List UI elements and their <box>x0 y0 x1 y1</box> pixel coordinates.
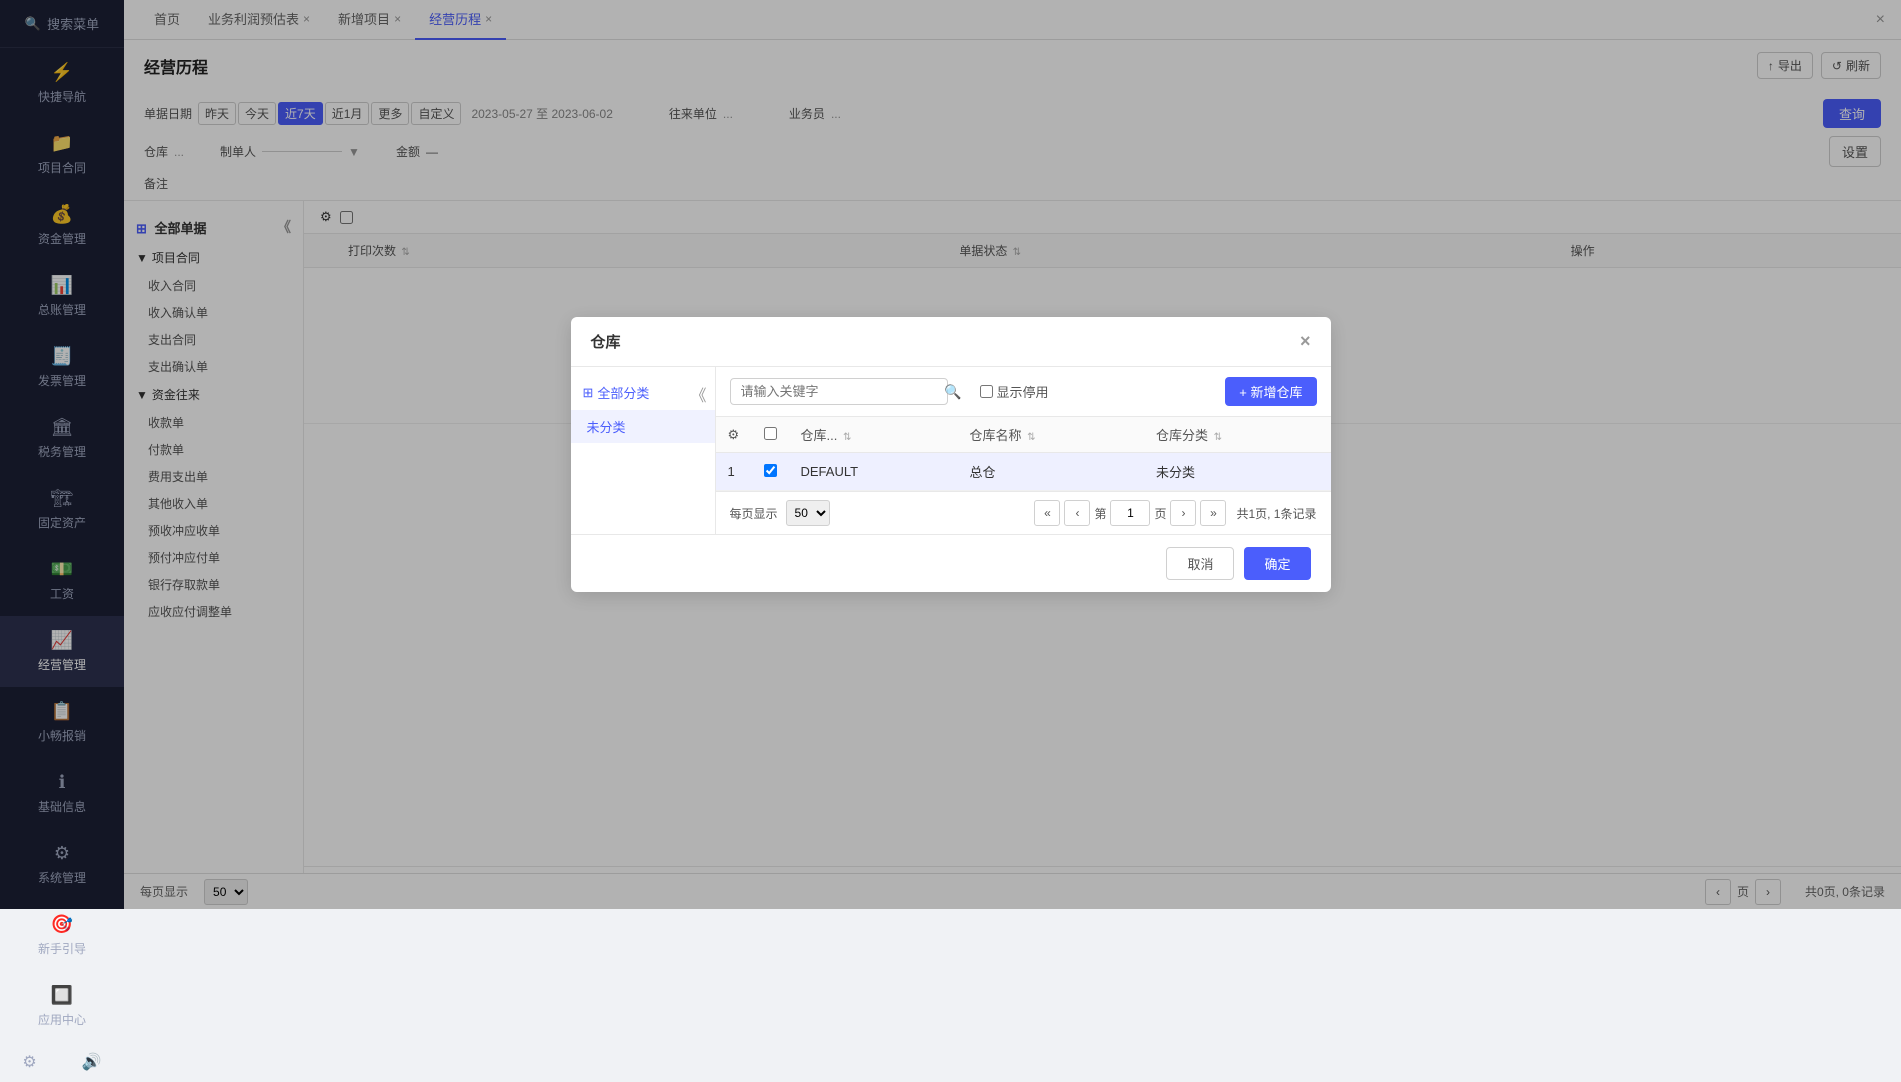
sort-icon-code: ⇅ <box>843 432 851 443</box>
modal-footer-bar: 每页显示 50 « ‹ 第 页 › » 共1页, 1条记录 <box>716 491 1331 534</box>
page-next-btn[interactable]: › <box>1170 500 1196 526</box>
modal-close-btn[interactable]: × <box>1300 331 1311 352</box>
row-checkbox[interactable] <box>764 464 777 477</box>
grid-icon2: ⊞ <box>583 385 594 401</box>
show-disabled-checkbox[interactable] <box>980 385 993 398</box>
all-category-label: 全部分类 <box>597 383 649 402</box>
th-warehouse-name[interactable]: 仓库名称 ⇅ <box>957 417 1144 453</box>
modal-body: ⊞ 全部分类 《 未分类 🔍 显示停用 <box>571 367 1331 534</box>
page-last-btn[interactable]: » <box>1200 500 1226 526</box>
page-label-before: 第 <box>1094 505 1106 522</box>
modal-search-input[interactable] <box>730 378 948 405</box>
modal-header: 仓库 × <box>571 317 1331 367</box>
confirm-button[interactable]: 确定 <box>1244 547 1310 580</box>
th-warehouse-code[interactable]: 仓库... ⇅ <box>789 417 958 453</box>
modal-title: 仓库 <box>591 331 621 352</box>
sidebar-item-guide[interactable]: 🎯 新手引导 <box>0 900 124 971</box>
modal-search-icon[interactable]: 🔍 <box>944 383 961 400</box>
sort-icon-cat: ⇅ <box>1214 432 1222 443</box>
modal-per-page-select[interactable]: 50 <box>786 500 830 526</box>
show-disabled-label[interactable]: 显示停用 <box>980 382 1049 401</box>
warehouse-modal: 仓库 × ⊞ 全部分类 《 未分类 🔍 <box>571 317 1331 592</box>
app-icon: 🔲 <box>51 985 73 1006</box>
page-prev-btn[interactable]: ‹ <box>1064 500 1090 526</box>
cell-code: DEFAULT <box>789 453 958 491</box>
modal-collapse-btn[interactable]: 《 <box>682 378 714 410</box>
modal-left-item-uncategorized[interactable]: 未分类 <box>571 410 715 443</box>
add-warehouse-button[interactable]: + 新增仓库 <box>1225 377 1316 406</box>
modal-select-all[interactable] <box>764 427 777 440</box>
th-warehouse-category[interactable]: 仓库分类 ⇅ <box>1144 417 1331 453</box>
page-first-btn[interactable]: « <box>1034 500 1060 526</box>
volume-icon[interactable]: 🔊 <box>82 1052 102 1072</box>
modal-search-wrap: 🔍 <box>730 378 970 405</box>
sidebar-item-label: 应用中心 <box>38 1011 86 1028</box>
settings-icon[interactable]: ⚙ <box>22 1052 36 1072</box>
th-modal-gear[interactable]: ⚙ <box>716 417 752 453</box>
modal-toolbar: 🔍 显示停用 + 新增仓库 <box>716 367 1331 417</box>
sidebar-item-label: 新手引导 <box>38 940 86 957</box>
page-number-input[interactable] <box>1110 500 1150 526</box>
modal-overlay: 仓库 × ⊞ 全部分类 《 未分类 🔍 <box>0 0 1901 909</box>
cell-name: 总仓 <box>957 453 1144 491</box>
th-modal-checkbox <box>752 417 789 453</box>
page-label-after: 页 <box>1154 505 1166 522</box>
cell-checkbox <box>752 453 789 491</box>
modal-right-panel: 🔍 显示停用 + 新增仓库 ⚙ <box>716 367 1331 534</box>
guide-icon: 🎯 <box>51 914 73 935</box>
cell-category: 未分类 <box>1144 453 1331 491</box>
modal-table: ⚙ 仓库... ⇅ 仓库名称 ⇅ <box>716 417 1331 491</box>
cancel-button[interactable]: 取消 <box>1166 547 1234 580</box>
modal-left-panel: ⊞ 全部分类 《 未分类 <box>571 367 716 534</box>
modal-pagination: « ‹ 第 页 › » 共1页, 1条记录 <box>1034 500 1316 526</box>
modal-actions: 取消 确定 <box>571 534 1331 592</box>
sort-icon-name: ⇅ <box>1027 432 1035 443</box>
page-total-info: 共1页, 1条记录 <box>1236 505 1316 522</box>
warehouse-table: ⚙ 仓库... ⇅ 仓库名称 ⇅ <box>716 417 1331 491</box>
table-row[interactable]: 1 DEFAULT 总仓 未分类 <box>716 453 1331 491</box>
show-disabled-text: 显示停用 <box>997 382 1049 401</box>
modal-per-page-label: 每页显示 <box>730 505 778 522</box>
sidebar-item-app[interactable]: 🔲 应用中心 <box>0 971 124 1042</box>
cell-index: 1 <box>716 453 752 491</box>
